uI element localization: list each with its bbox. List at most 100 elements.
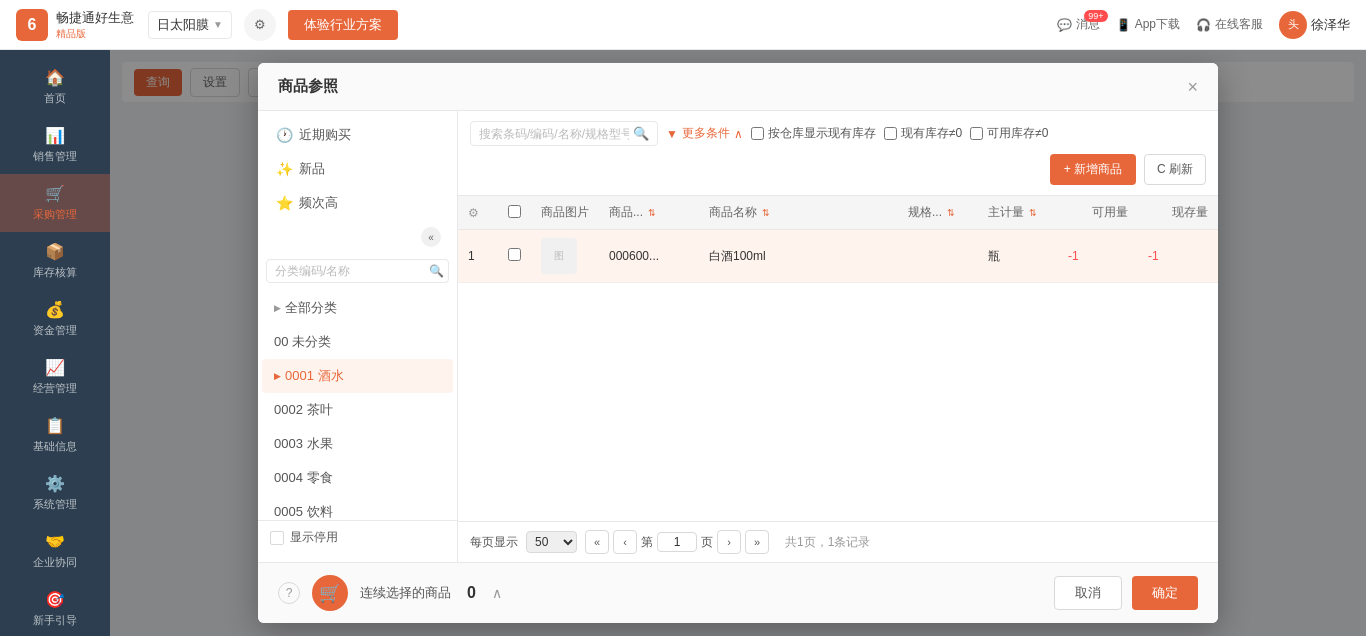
category-search-bar: 🔍 <box>266 259 449 283</box>
new-products-tab[interactable]: ✨ 新品 <box>266 153 449 185</box>
phone-icon: 📱 <box>1116 18 1131 32</box>
close-button[interactable]: × <box>1187 78 1198 96</box>
next-page-button[interactable]: › <box>717 530 741 554</box>
select-all-checkbox[interactable] <box>508 205 521 218</box>
category-0002[interactable]: 0002 茶叶 <box>262 393 453 427</box>
sidebar-item-guide[interactable]: 🎯 新手引导 <box>0 580 110 636</box>
more-filters-button[interactable]: ▼ 更多条件 ∧ <box>666 125 743 142</box>
sidebar-item-collab[interactable]: 🤝 企业协同 <box>0 522 110 580</box>
frequent-tab[interactable]: ⭐ 频次高 <box>266 187 449 219</box>
refresh-button[interactable]: C 刷新 <box>1144 154 1206 185</box>
trial-button[interactable]: 体验行业方案 <box>288 10 398 40</box>
add-product-button[interactable]: + 新增商品 <box>1050 154 1136 185</box>
category-0001[interactable]: ▶ 0001 酒水 <box>262 359 453 393</box>
page-suffix: 页 <box>701 534 713 551</box>
sidebar-item-purchase[interactable]: 🛒 采购管理 <box>0 174 110 232</box>
new-products-label: 新品 <box>299 160 325 178</box>
confirm-button[interactable]: 确定 <box>1132 576 1198 610</box>
warehouse-stock-label: 按仓库显示现有库存 <box>768 125 876 142</box>
page-label-text: 第 <box>641 534 653 551</box>
sidebar-item-system[interactable]: ⚙️ 系统管理 <box>0 464 110 522</box>
current-stock-checkbox[interactable] <box>884 127 897 140</box>
col-header-checkbox[interactable] <box>498 196 531 230</box>
last-page-button[interactable]: » <box>745 530 769 554</box>
chevron-down-icon: ▼ <box>213 19 223 30</box>
category-0005[interactable]: 0005 饮料 <box>262 495 453 520</box>
sidebar-label-finance: 资金管理 <box>33 323 77 338</box>
show-disabled-checkbox[interactable]: 显示停用 <box>270 529 445 546</box>
row-spec <box>898 230 978 283</box>
row-checkbox[interactable] <box>508 248 521 261</box>
help-button[interactable]: ? <box>278 582 300 604</box>
cancel-button[interactable]: 取消 <box>1054 576 1122 610</box>
sidebar-label-guide: 新手引导 <box>33 613 77 628</box>
customer-service-item[interactable]: 🎧 在线客服 <box>1196 16 1263 33</box>
col-header-name[interactable]: 商品名称 ⇅ <box>699 196 898 230</box>
user-area[interactable]: 头 徐泽华 <box>1279 11 1350 39</box>
page-number-input[interactable] <box>657 532 697 552</box>
sidebar-item-operations[interactable]: 📈 经营管理 <box>0 348 110 406</box>
category-0003[interactable]: 0003 水果 <box>262 427 453 461</box>
warehouse-selector[interactable]: 日太阳膜 ▼ <box>148 11 232 39</box>
current-stock-filter[interactable]: 现有库存≠0 <box>884 125 962 142</box>
sidebar: 🏠 首页 📊 销售管理 🛒 采购管理 📦 库存核算 💰 资金管理 📈 经营管理 … <box>0 50 110 636</box>
collapse-row: « <box>258 227 457 259</box>
row-code: 000600... <box>599 230 699 283</box>
category-0004[interactable]: 0004 零食 <box>262 461 453 495</box>
collapse-panel-button[interactable]: « <box>421 227 441 247</box>
app-download-item[interactable]: 📱 App下载 <box>1116 16 1180 33</box>
messages-item[interactable]: 💬 消息 99+ <box>1057 16 1100 33</box>
sidebar-item-inventory[interactable]: 📦 库存核算 <box>0 232 110 290</box>
message-icon: 💬 <box>1057 18 1072 32</box>
footer-collapse-icon[interactable]: ∧ <box>492 585 502 601</box>
per-page-select[interactable]: 50 10 20 100 <box>526 531 577 553</box>
settings-icon[interactable]: ⚙ <box>244 9 276 41</box>
category-0002-label: 0002 茶叶 <box>274 401 333 419</box>
current-stock-label: 现有库存≠0 <box>901 125 962 142</box>
star-new-icon: ✨ <box>276 161 293 177</box>
col-header-spec[interactable]: 规格... ⇅ <box>898 196 978 230</box>
filter-label: 更多条件 <box>682 125 730 142</box>
cart-button[interactable]: 🛒 <box>312 575 348 611</box>
recent-purchase-tab[interactable]: 🕐 近期购买 <box>266 119 449 151</box>
disabled-checkbox[interactable] <box>270 531 284 545</box>
available-stock-checkbox[interactable] <box>970 127 983 140</box>
category-all[interactable]: ▶ 全部分类 <box>262 291 453 325</box>
warehouse-stock-filter[interactable]: 按仓库显示现有库存 <box>751 125 876 142</box>
sidebar-item-home[interactable]: 🏠 首页 <box>0 58 110 116</box>
row-unit: 瓶 <box>978 230 1058 283</box>
category-search-input[interactable] <box>275 264 425 278</box>
home-icon: 🏠 <box>45 68 65 87</box>
category-00[interactable]: 00 未分类 <box>262 325 453 359</box>
product-search-input[interactable] <box>479 127 629 141</box>
per-page-label: 每页显示 <box>470 534 518 551</box>
col-header-unit[interactable]: 主计量 ⇅ <box>978 196 1058 230</box>
inventory-icon: 📦 <box>45 242 65 261</box>
logo-text: 畅捷通好生意 精品版 <box>56 9 134 41</box>
sidebar-item-finance[interactable]: 💰 资金管理 <box>0 290 110 348</box>
sidebar-item-basics[interactable]: 📋 基础信息 <box>0 406 110 464</box>
table-row[interactable]: 1 图 000600... 白酒100ml 瓶 <box>458 230 1218 283</box>
first-page-button[interactable]: « <box>585 530 609 554</box>
row-avail: -1 <box>1058 230 1138 283</box>
prev-page-button[interactable]: ‹ <box>613 530 637 554</box>
headset-icon: 🎧 <box>1196 18 1211 32</box>
modal-title: 商品参照 <box>278 77 338 96</box>
left-bottom: 显示停用 <box>258 520 457 554</box>
warehouse-name: 日太阳膜 <box>157 16 209 34</box>
search-product-icon[interactable]: 🔍 <box>633 126 649 141</box>
warehouse-stock-checkbox[interactable] <box>751 127 764 140</box>
col-header-gear[interactable]: ⚙ <box>458 196 498 230</box>
filter-arrow-icon: ∧ <box>734 127 743 141</box>
col-header-code[interactable]: 商品... ⇅ <box>599 196 699 230</box>
sidebar-item-sales[interactable]: 📊 销售管理 <box>0 116 110 174</box>
row-checkbox-cell[interactable] <box>498 230 531 283</box>
available-stock-filter[interactable]: 可用库存≠0 <box>970 125 1048 142</box>
row-num: 1 <box>458 230 498 283</box>
username: 徐泽华 <box>1311 16 1350 34</box>
messages-badge: 99+ <box>1084 10 1107 22</box>
col-header-avail: 可用量 <box>1058 196 1138 230</box>
left-tabs: 🕐 近期购买 ✨ 新品 ⭐ 频次高 <box>258 119 457 219</box>
category-list: ▶ 全部分类 00 未分类 ▶ 0001 酒水 0002 茶 <box>258 291 457 520</box>
search-icon[interactable]: 🔍 <box>429 264 444 278</box>
